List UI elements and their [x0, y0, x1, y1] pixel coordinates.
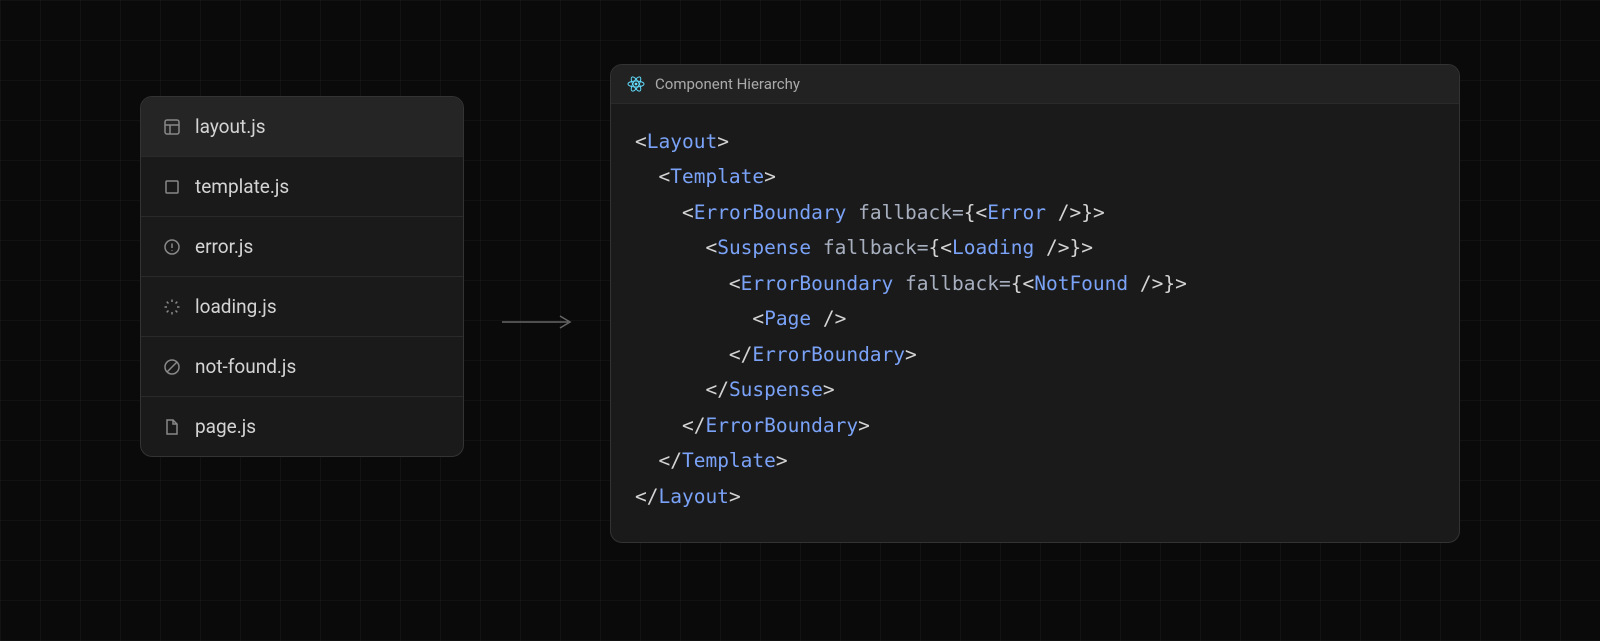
- code-token: Suspense: [717, 236, 811, 259]
- code-token: Layout: [658, 485, 728, 508]
- code-token: Error: [987, 201, 1046, 224]
- code-line: </ErrorBoundary>: [635, 408, 1435, 443]
- code-token: >: [729, 485, 741, 508]
- code-token: >: [1175, 272, 1187, 295]
- code-token: fallback: [905, 272, 999, 295]
- code-token: </: [635, 485, 658, 508]
- code-token: />: [823, 307, 846, 330]
- code-token: fallback: [823, 236, 917, 259]
- code-token: <: [976, 201, 988, 224]
- code-token: NotFound: [1034, 272, 1128, 295]
- code-line: </Template>: [635, 443, 1435, 478]
- code-token: <: [940, 236, 952, 259]
- code-line: <Suspense fallback={<Loading />}>: [635, 230, 1435, 265]
- code-panel-title: Component Hierarchy: [655, 75, 800, 93]
- code-token: <: [682, 201, 694, 224]
- code-token: <: [658, 165, 670, 188]
- code-token: >: [1081, 236, 1093, 259]
- file-name: loading.js: [195, 295, 277, 318]
- file-name: layout.js: [195, 115, 266, 138]
- code-line: <Page />: [635, 301, 1435, 336]
- code-token: >: [776, 449, 788, 472]
- code-line: </ErrorBoundary>: [635, 337, 1435, 372]
- code-token: <: [1022, 272, 1034, 295]
- code-line: </Layout>: [635, 479, 1435, 514]
- code-token: >: [717, 130, 729, 153]
- code-token: Template: [670, 165, 764, 188]
- code-token: <: [729, 272, 741, 295]
- code-line: <ErrorBoundary fallback={<Error />}>: [635, 195, 1435, 230]
- square-icon: [163, 178, 181, 196]
- code-token: Loading: [952, 236, 1034, 259]
- code-token: Page: [764, 307, 811, 330]
- code-token: </: [682, 414, 705, 437]
- code-token: Suspense: [729, 378, 823, 401]
- code-body: <Layout> <Template> <ErrorBoundary fallb…: [611, 104, 1459, 542]
- code-token: }: [1081, 201, 1093, 224]
- code-token: <: [752, 307, 764, 330]
- spinner-icon: [163, 298, 181, 316]
- arrow-right-icon: [500, 312, 576, 336]
- file-item[interactable]: template.js: [141, 157, 463, 217]
- code-token: ErrorBoundary: [752, 343, 905, 366]
- code-token: =: [917, 236, 929, 259]
- file-icon: [163, 418, 181, 436]
- file-name: error.js: [195, 235, 253, 258]
- code-token: ErrorBoundary: [694, 201, 847, 224]
- code-token: Layout: [647, 130, 717, 153]
- code-panel: Component Hierarchy <Layout> <Template> …: [610, 64, 1460, 543]
- code-token: }: [1069, 236, 1081, 259]
- code-token: ErrorBoundary: [741, 272, 894, 295]
- file-item[interactable]: error.js: [141, 217, 463, 277]
- file-item[interactable]: not-found.js: [141, 337, 463, 397]
- code-token: fallback: [858, 201, 952, 224]
- code-line: <Layout>: [635, 124, 1435, 159]
- code-token: >: [858, 414, 870, 437]
- file-item[interactable]: loading.js: [141, 277, 463, 337]
- code-token: {: [964, 201, 976, 224]
- file-item[interactable]: layout.js: [141, 97, 463, 157]
- code-token: >: [905, 343, 917, 366]
- code-token: =: [952, 201, 964, 224]
- code-token: >: [1093, 201, 1105, 224]
- code-token: </: [658, 449, 681, 472]
- layout-icon: [163, 118, 181, 136]
- alert-icon: [163, 238, 181, 256]
- code-token: >: [823, 378, 835, 401]
- code-token: <: [635, 130, 647, 153]
- code-panel-header: Component Hierarchy: [611, 65, 1459, 104]
- code-line: </Suspense>: [635, 372, 1435, 407]
- code-token: Template: [682, 449, 776, 472]
- code-token: </: [729, 343, 752, 366]
- code-token: <: [705, 236, 717, 259]
- react-icon: [627, 75, 645, 93]
- code-line: <ErrorBoundary fallback={<NotFound />}>: [635, 266, 1435, 301]
- code-token: />: [1046, 236, 1069, 259]
- code-token: {: [1011, 272, 1023, 295]
- code-token: }: [1163, 272, 1175, 295]
- file-name: page.js: [195, 415, 256, 438]
- code-token: {: [929, 236, 941, 259]
- code-token: </: [705, 378, 728, 401]
- file-list-panel: layout.js template.js error.js loading.js no…: [140, 96, 464, 457]
- code-token: />: [1058, 201, 1081, 224]
- ban-icon: [163, 358, 181, 376]
- file-name: not-found.js: [195, 355, 296, 378]
- code-token: ErrorBoundary: [705, 414, 858, 437]
- code-line: <Template>: [635, 159, 1435, 194]
- file-name: template.js: [195, 175, 289, 198]
- file-item[interactable]: page.js: [141, 397, 463, 456]
- code-token: =: [999, 272, 1011, 295]
- code-token: />: [1140, 272, 1163, 295]
- code-token: >: [764, 165, 776, 188]
